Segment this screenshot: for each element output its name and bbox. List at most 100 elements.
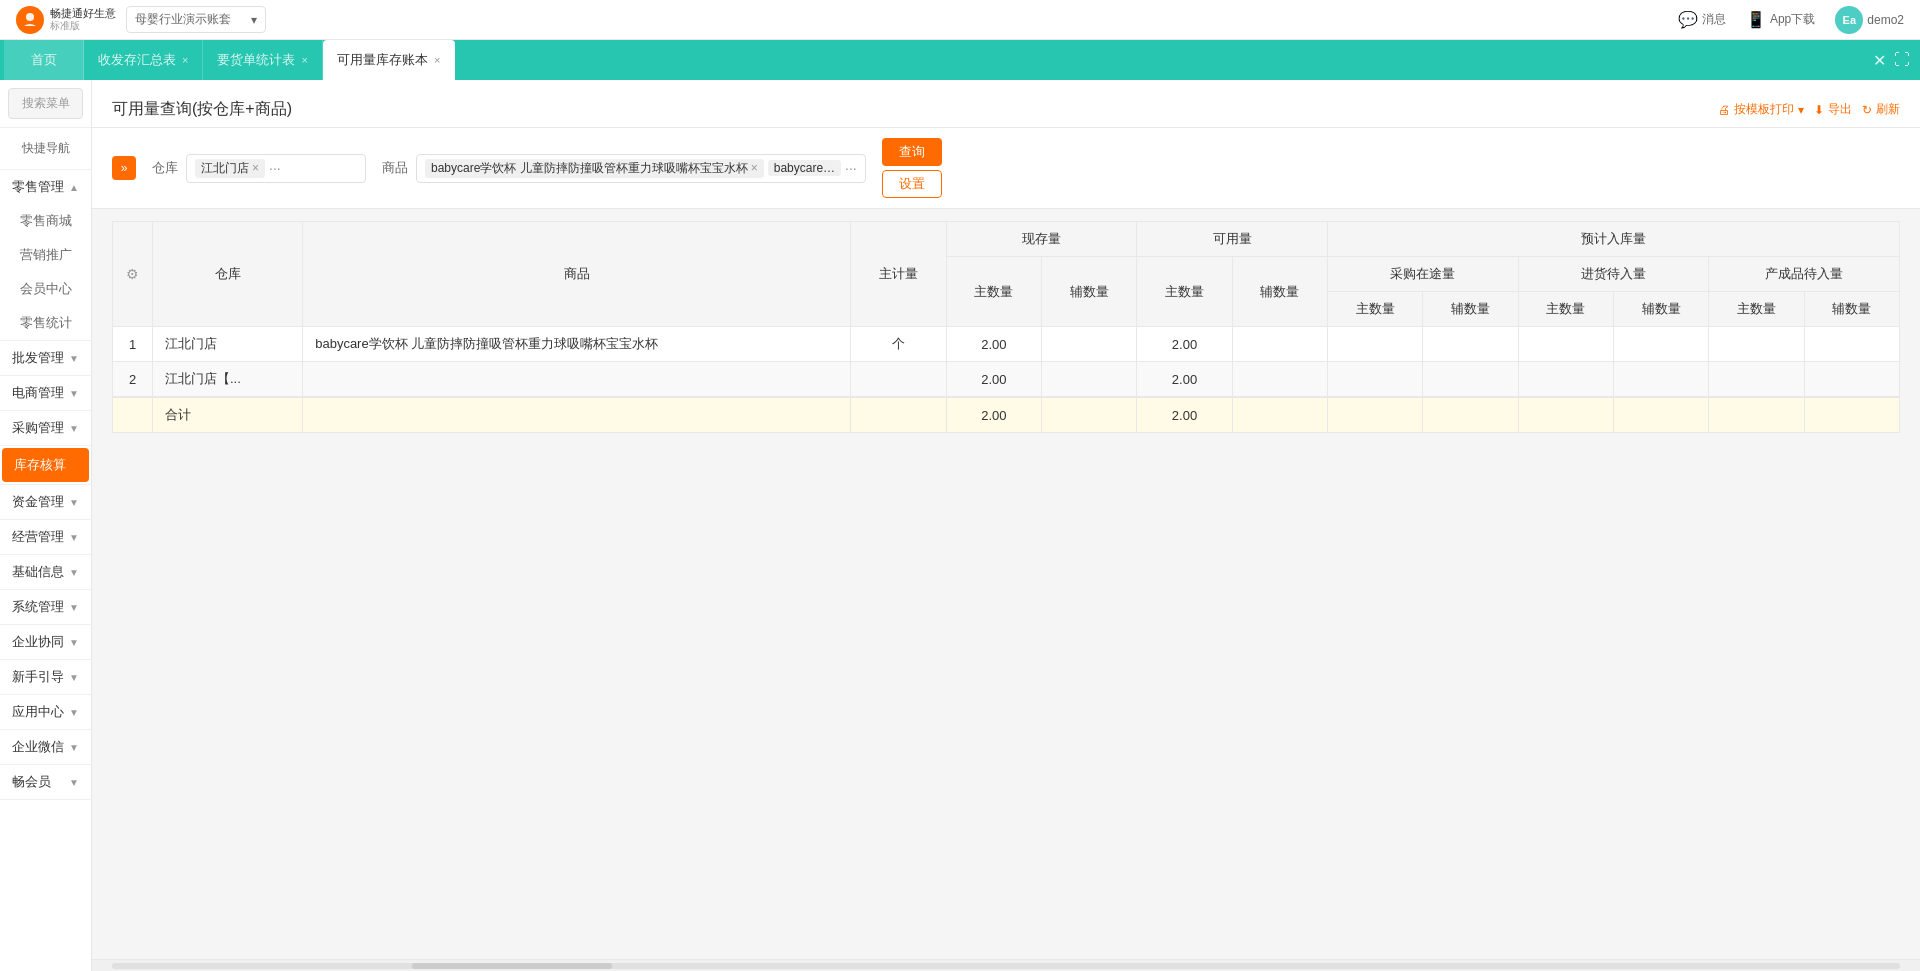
sidebar-group-purchase-label: 采购管理 [12,419,64,437]
tab-available-stock-close[interactable]: × [434,54,440,66]
sidebar-group-operations-header[interactable]: 经营管理 ▼ [0,520,91,554]
message-btn[interactable]: 💬 消息 [1678,10,1726,29]
quick-nav-btn[interactable]: 快捷导航 [8,134,83,163]
sidebar-group-guide-header[interactable]: 新手引导 ▼ [0,660,91,694]
sidebar-group-system-header[interactable]: 系统管理 ▼ [0,590,91,624]
sidebar-group-inventory: 库存核算 [0,446,91,485]
th-warehouse: 仓库 [153,222,303,327]
table-container: ⚙ 仓库 商品 主计量 现存量 可用量 预计入库量 主数量 辅数量 主数量 辅数… [92,209,1920,959]
sidebar-group-basics-header[interactable]: 基础信息 ▼ [0,555,91,589]
sidebar-item-online-store[interactable]: 零售商城 [0,204,91,238]
row2-unit [851,362,946,398]
row1-produced-sub [1804,327,1899,362]
tab-orders[interactable]: 要货单统计表 × [203,40,322,80]
scrollbar-track [112,963,1900,969]
sidebar-group-finance-label: 资金管理 [12,493,64,511]
sidebar-group-wholesale-header[interactable]: 批发管理 ▼ [0,341,91,375]
main-layout: 搜索菜单 快捷导航 零售管理 ▲ 零售商城 营销推广 会员中心 零售统计 批发管… [0,80,1920,971]
summary-unit [851,397,946,433]
summary-current-sub [1042,397,1137,433]
row1-purchase-sub [1423,327,1518,362]
sidebar-group-retail: 零售管理 ▲ 零售商城 营销推广 会员中心 零售统计 [0,170,91,341]
sidebar: 搜索菜单 快捷导航 零售管理 ▲ 零售商城 营销推广 会员中心 零售统计 批发管… [0,80,92,971]
tab-receivables-close[interactable]: × [182,54,188,66]
product-filter-label: 商品 [382,159,408,177]
row2-seq: 2 [113,362,153,398]
tab-home[interactable]: 首页 [4,40,84,80]
industry-selector[interactable]: 母婴行业演示账套 ▾ [126,6,266,33]
sidebar-group-wechat-header[interactable]: 企业微信 ▼ [0,730,91,764]
product-tag-1-remove[interactable]: × [751,161,758,175]
row1-available-sub [1232,327,1327,362]
export-btn[interactable]: ⬇ 导出 [1814,101,1852,118]
chevron-down-icon-operations: ▼ [69,532,79,543]
th-current-stock-group: 现存量 [946,222,1137,257]
th-settings[interactable]: ⚙ [113,222,153,327]
sidebar-group-wholesale: 批发管理 ▼ [0,341,91,376]
sidebar-group-basics-label: 基础信息 [12,563,64,581]
row2-incoming-main [1518,362,1613,398]
sidebar-item-marketing[interactable]: 营销推广 [0,238,91,272]
maximize-window-btn[interactable]: ⛶ [1894,51,1910,69]
query-btn[interactable]: 查询 [882,138,942,166]
sidebar-group-finance-header[interactable]: 资金管理 ▼ [0,485,91,519]
sidebar-group-vip-header[interactable]: 畅会员 ▼ [0,765,91,799]
tab-receivables[interactable]: 收发存汇总表 × [84,40,203,80]
chevron-down-icon-finance: ▼ [69,497,79,508]
sidebar-group-retail-header[interactable]: 零售管理 ▲ [0,170,91,204]
row2-current-sub [1042,362,1137,398]
page-title: 可用量查询(按仓库+商品) [112,99,292,120]
sidebar-group-apps-header[interactable]: 应用中心 ▼ [0,695,91,729]
svg-point-0 [26,13,34,21]
print-btn[interactable]: 🖨 按模板打印 ▾ [1718,101,1804,118]
chevron-down-icon: ▾ [251,13,257,27]
setting-btn[interactable]: 设置 [882,170,942,198]
sidebar-item-members[interactable]: 会员中心 [0,272,91,306]
sidebar-item-retail-stats[interactable]: 零售统计 [0,306,91,340]
th-current-main: 主数量 [946,257,1041,327]
row2-warehouse: 江北门店【... [153,362,303,398]
sidebar-group-inventory-label: 库存核算 [14,456,66,474]
sidebar-group-wechat: 企业微信 ▼ [0,730,91,765]
search-menu-btn[interactable]: 搜索菜单 [8,88,83,119]
warehouse-more-indicator: ··· [269,160,281,176]
sidebar-group-wholesale-label: 批发管理 [12,349,64,367]
warehouse-filter-label: 仓库 [152,159,178,177]
th-available-main: 主数量 [1137,257,1232,327]
row2-current-main: 2.00 [946,362,1041,398]
close-window-btn[interactable]: ✕ [1873,51,1886,70]
filter-expand-btn[interactable]: » [112,156,136,180]
tab-window-actions: ✕ ⛶ [1863,40,1920,80]
chevron-down-icon-apps: ▼ [69,707,79,718]
warehouse-tag-remove[interactable]: × [252,161,259,175]
sidebar-group-collaboration: 企业协同 ▼ [0,625,91,660]
product-tag-1: babycare学饮杯 儿童防摔防撞吸管杯重力球吸嘴杯宝宝水杯 × [425,159,764,178]
sidebar-group-wechat-label: 企业微信 [12,738,64,756]
row2-incoming-sub [1613,362,1708,398]
product-filter-input[interactable]: babycare学饮杯 儿童防摔防撞吸管杯重力球吸嘴杯宝宝水杯 × babyca… [416,154,866,183]
row2-purchase-sub [1423,362,1518,398]
sidebar-group-purchase-header[interactable]: 采购管理 ▼ [0,411,91,445]
app-download-btn[interactable]: 📱 App下载 [1746,10,1815,29]
tab-orders-close[interactable]: × [301,54,307,66]
summary-settings [113,397,153,433]
table-scrollbar[interactable] [92,959,1920,971]
sidebar-group-system: 系统管理 ▼ [0,590,91,625]
sidebar-group-inventory-header[interactable]: 库存核算 [2,448,89,482]
user-profile[interactable]: Ea demo2 [1835,6,1904,34]
summary-current-main: 2.00 [946,397,1041,433]
settings-icon: ⚙ [126,266,139,282]
warehouse-filter-input[interactable]: 江北门店 × ··· [186,154,366,183]
row2-available-sub [1232,362,1327,398]
sidebar-group-retail-label: 零售管理 [12,178,64,196]
tab-available-stock[interactable]: 可用量库存账本 × [323,40,455,80]
row2-purchase-main [1327,362,1422,398]
sidebar-group-ecommerce-label: 电商管理 [12,384,64,402]
sidebar-group-purchase: 采购管理 ▼ [0,411,91,446]
scrollbar-thumb[interactable] [412,963,612,969]
sidebar-group-collaboration-header[interactable]: 企业协同 ▼ [0,625,91,659]
filter-bar: » 仓库 江北门店 × ··· 商品 babycare学饮杯 儿童防摔防撞吸管杯… [92,128,1920,209]
summary-produced-sub [1804,397,1899,433]
sidebar-group-ecommerce-header[interactable]: 电商管理 ▼ [0,376,91,410]
refresh-btn[interactable]: ↻ 刷新 [1862,101,1900,118]
